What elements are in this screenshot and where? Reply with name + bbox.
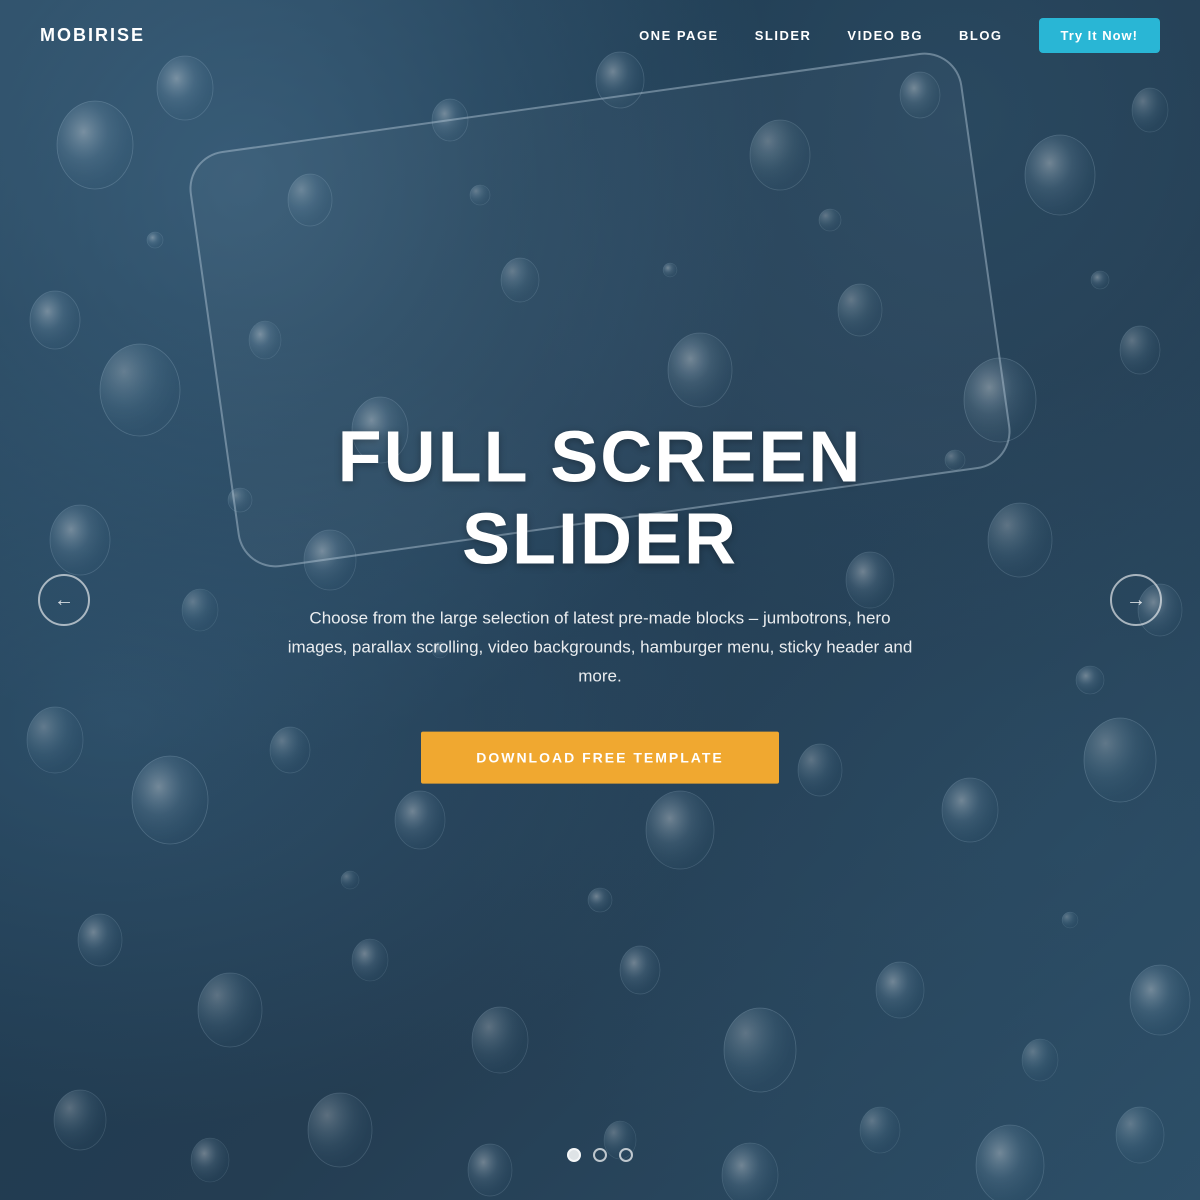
nav-link-one-page[interactable]: ONE PAGE bbox=[639, 28, 719, 43]
nav-cta-button[interactable]: Try It Now! bbox=[1039, 18, 1160, 53]
navbar: MOBIRISE ONE PAGE SLIDER VIDEO BG BLOG T… bbox=[0, 0, 1200, 70]
hero-section: MOBIRISE ONE PAGE SLIDER VIDEO BG BLOG T… bbox=[0, 0, 1200, 1200]
nav-link-slider[interactable]: SLIDER bbox=[755, 28, 812, 43]
hero-content: FULL SCREEN SLIDER Choose from the large… bbox=[210, 417, 990, 784]
hero-subtitle: Choose from the large selection of lates… bbox=[280, 605, 920, 692]
slider-dot-1[interactable] bbox=[567, 1148, 581, 1162]
nav-link-blog[interactable]: BLOG bbox=[959, 28, 1003, 43]
slider-dot-3[interactable] bbox=[619, 1148, 633, 1162]
slider-next-button[interactable]: → bbox=[1110, 574, 1162, 626]
slider-prev-button[interactable]: ← bbox=[38, 574, 90, 626]
nav-link-video-bg[interactable]: VIDEO BG bbox=[847, 28, 923, 43]
slider-dots bbox=[567, 1148, 633, 1162]
brand-logo: MOBIRISE bbox=[40, 25, 145, 46]
nav-links: ONE PAGE SLIDER VIDEO BG BLOG Try It Now… bbox=[639, 18, 1160, 53]
hero-title: FULL SCREEN SLIDER bbox=[210, 417, 990, 581]
arrow-right-icon: → bbox=[1126, 589, 1146, 612]
arrow-left-icon: ← bbox=[54, 589, 74, 612]
download-cta-button[interactable]: DOWNLOAD FREE TEMPLATE bbox=[421, 731, 779, 783]
slider-dot-2[interactable] bbox=[593, 1148, 607, 1162]
